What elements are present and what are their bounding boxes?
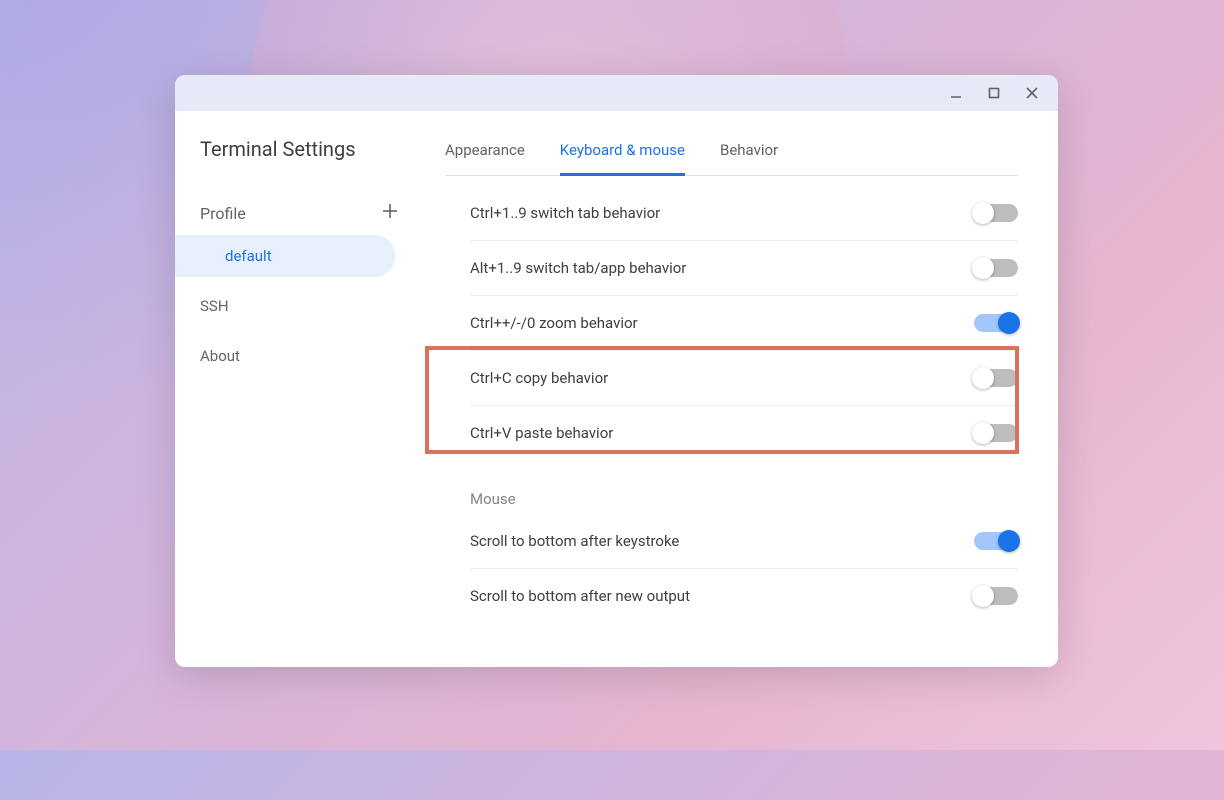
setting-row: Alt+1..9 switch tab/app behavior xyxy=(470,241,1018,296)
sidebar-item-label: default xyxy=(225,247,272,265)
toggle-knob xyxy=(972,585,994,607)
mouse-section-label: Mouse xyxy=(470,460,1018,514)
page-title: Terminal Settings xyxy=(175,137,425,161)
toggle-scroll-output[interactable] xyxy=(974,587,1018,605)
maximize-button[interactable] xyxy=(976,79,1012,107)
toggle-alt-1-9[interactable] xyxy=(974,259,1018,277)
tab-bar: Appearance Keyboard & mouse Behavior xyxy=(445,137,1018,176)
profile-header: Profile xyxy=(175,191,425,235)
toggle-knob xyxy=(972,367,994,389)
toggle-knob xyxy=(972,422,994,444)
tab-appearance[interactable]: Appearance xyxy=(445,137,525,176)
setting-row: Scroll to bottom after new output xyxy=(470,569,1018,623)
profile-label: Profile xyxy=(200,204,246,223)
toggle-knob xyxy=(998,312,1020,334)
setting-label: Alt+1..9 switch tab/app behavior xyxy=(470,259,686,277)
setting-row: Ctrl+1..9 switch tab behavior xyxy=(470,186,1018,241)
setting-label: Ctrl+1..9 switch tab behavior xyxy=(470,204,660,222)
sidebar-item-ssh[interactable]: SSH xyxy=(175,285,425,327)
setting-row: Ctrl++/-/0 zoom behavior xyxy=(470,296,1018,351)
setting-row: Ctrl+C copy behavior xyxy=(470,351,1018,406)
window-content: Terminal Settings Profile default SSH Ab… xyxy=(175,111,1058,667)
toggle-ctrl-c[interactable] xyxy=(974,369,1018,387)
setting-label: Scroll to bottom after new output xyxy=(470,587,690,605)
toggle-ctrl-1-9[interactable] xyxy=(974,204,1018,222)
toggle-ctrl-v[interactable] xyxy=(974,424,1018,442)
setting-row: Ctrl+V paste behavior xyxy=(470,406,1018,460)
setting-label: Ctrl+C copy behavior xyxy=(470,369,608,387)
setting-label: Ctrl+V paste behavior xyxy=(470,424,613,442)
plus-icon xyxy=(381,202,399,220)
settings-window: Terminal Settings Profile default SSH Ab… xyxy=(175,75,1058,667)
main-panel: Appearance Keyboard & mouse Behavior Ctr… xyxy=(425,111,1058,667)
toggle-knob xyxy=(972,202,994,224)
setting-label: Scroll to bottom after keystroke xyxy=(470,532,679,550)
minimize-icon xyxy=(949,86,963,100)
window-titlebar xyxy=(175,75,1058,111)
toggle-knob xyxy=(972,257,994,279)
sidebar-item-about[interactable]: About xyxy=(175,335,425,377)
sidebar-item-default[interactable]: default xyxy=(175,235,395,277)
maximize-icon xyxy=(987,86,1001,100)
tab-behavior[interactable]: Behavior xyxy=(720,137,778,176)
setting-label: Ctrl++/-/0 zoom behavior xyxy=(470,314,638,332)
toggle-knob xyxy=(998,530,1020,552)
tab-keyboard-mouse[interactable]: Keyboard & mouse xyxy=(560,137,685,176)
toggle-scroll-keystroke[interactable] xyxy=(974,532,1018,550)
sidebar-item-label: About xyxy=(200,347,240,365)
sidebar-item-label: SSH xyxy=(200,297,229,315)
sidebar: Terminal Settings Profile default SSH Ab… xyxy=(175,111,425,667)
minimize-button[interactable] xyxy=(938,79,974,107)
setting-row: Scroll to bottom after keystroke xyxy=(470,514,1018,569)
close-icon xyxy=(1025,86,1039,100)
toggle-zoom[interactable] xyxy=(974,314,1018,332)
settings-list: Ctrl+1..9 switch tab behavior Alt+1..9 s… xyxy=(445,176,1058,643)
add-profile-button[interactable] xyxy=(380,201,400,225)
close-button[interactable] xyxy=(1014,79,1050,107)
